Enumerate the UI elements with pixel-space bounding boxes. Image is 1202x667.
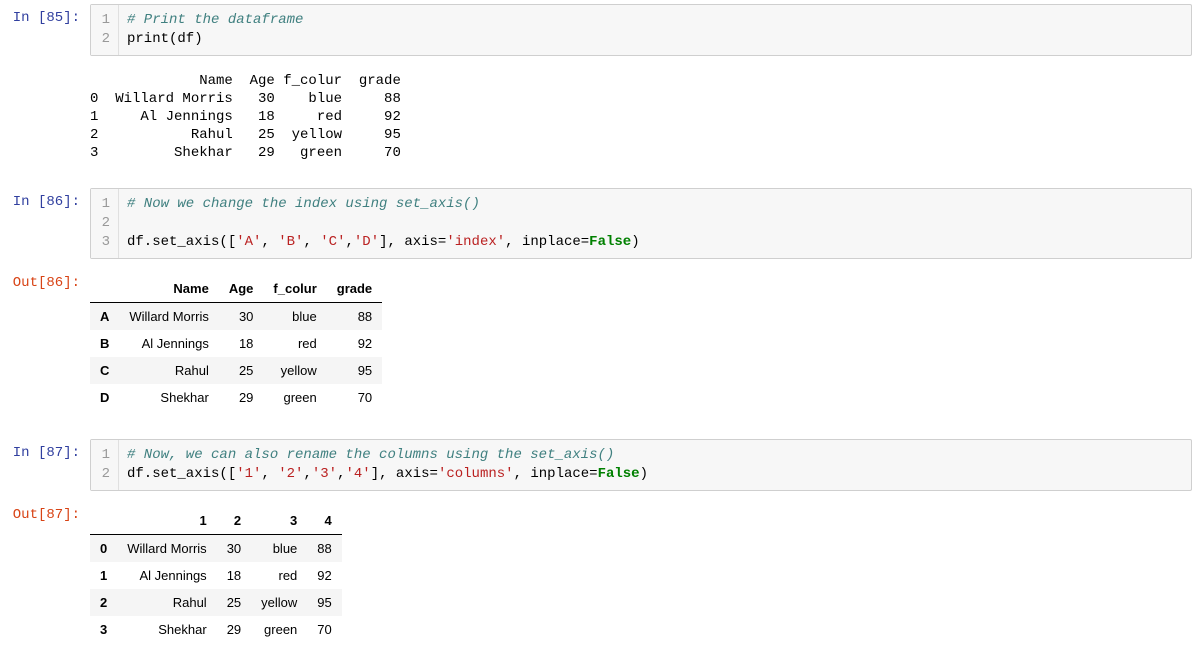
code-input-86[interactable]: 1 2 3 # Now we change the index using se… (90, 188, 1192, 259)
table-row: 3 Shekhar29green70 (90, 616, 342, 643)
code-cell-85: In [85]: 1 2 # Print the dataframe print… (0, 0, 1202, 60)
table-row: C Rahul25yellow95 (90, 357, 382, 384)
line-gutter: 1 2 (91, 440, 119, 490)
code-cell-87: In [87]: 1 2 # Now, we can also rename t… (0, 435, 1202, 495)
code-text[interactable]: # Now, we can also rename the columns us… (119, 440, 1191, 490)
table-row: A Willard Morris30blue88 (90, 303, 382, 331)
table-row: B Al Jennings18red92 (90, 330, 382, 357)
empty-prompt (0, 66, 90, 72)
code-text[interactable]: # Now we change the index using set_axis… (119, 189, 1191, 258)
in-prompt-85: In [85]: (0, 4, 90, 26)
out-prompt-86: Out[86]: (0, 269, 90, 291)
table-row: 2 Rahul25yellow95 (90, 589, 342, 616)
table-header-row: Name Age f_colur grade (90, 275, 382, 303)
code-cell-86: In [86]: 1 2 3 # Now we change the index… (0, 184, 1202, 263)
code-input-87[interactable]: 1 2 # Now, we can also rename the column… (90, 439, 1192, 491)
code-input-85[interactable]: 1 2 # Print the dataframe print(df) (90, 4, 1192, 56)
in-prompt-86: In [86]: (0, 188, 90, 210)
table-header-row: 1 2 3 4 (90, 507, 342, 535)
table-row: 1 Al Jennings18red92 (90, 562, 342, 589)
table-row: D Shekhar29green70 (90, 384, 382, 411)
code-text[interactable]: # Print the dataframe print(df) (119, 5, 1191, 55)
table-row: 0 Willard Morris30blue88 (90, 535, 342, 563)
dataframe-table-87: 1 2 3 4 0 Willard Morris30blue88 1 Al Je… (90, 507, 342, 643)
line-gutter: 1 2 3 (91, 189, 119, 258)
out-prompt-87: Out[87]: (0, 501, 90, 523)
stdout-output: Name Age f_colur grade 0 Willard Morris … (90, 66, 1192, 178)
output-cell-85: Name Age f_colur grade 0 Willard Morris … (0, 62, 1202, 182)
output-cell-87: Out[87]: 1 2 3 4 0 Willard Morris30blue8… (0, 497, 1202, 665)
in-prompt-87: In [87]: (0, 439, 90, 461)
dataframe-table-86: Name Age f_colur grade A Willard Morris3… (90, 275, 382, 411)
line-gutter: 1 2 (91, 5, 119, 55)
output-cell-86: Out[86]: Name Age f_colur grade A Willar… (0, 265, 1202, 433)
